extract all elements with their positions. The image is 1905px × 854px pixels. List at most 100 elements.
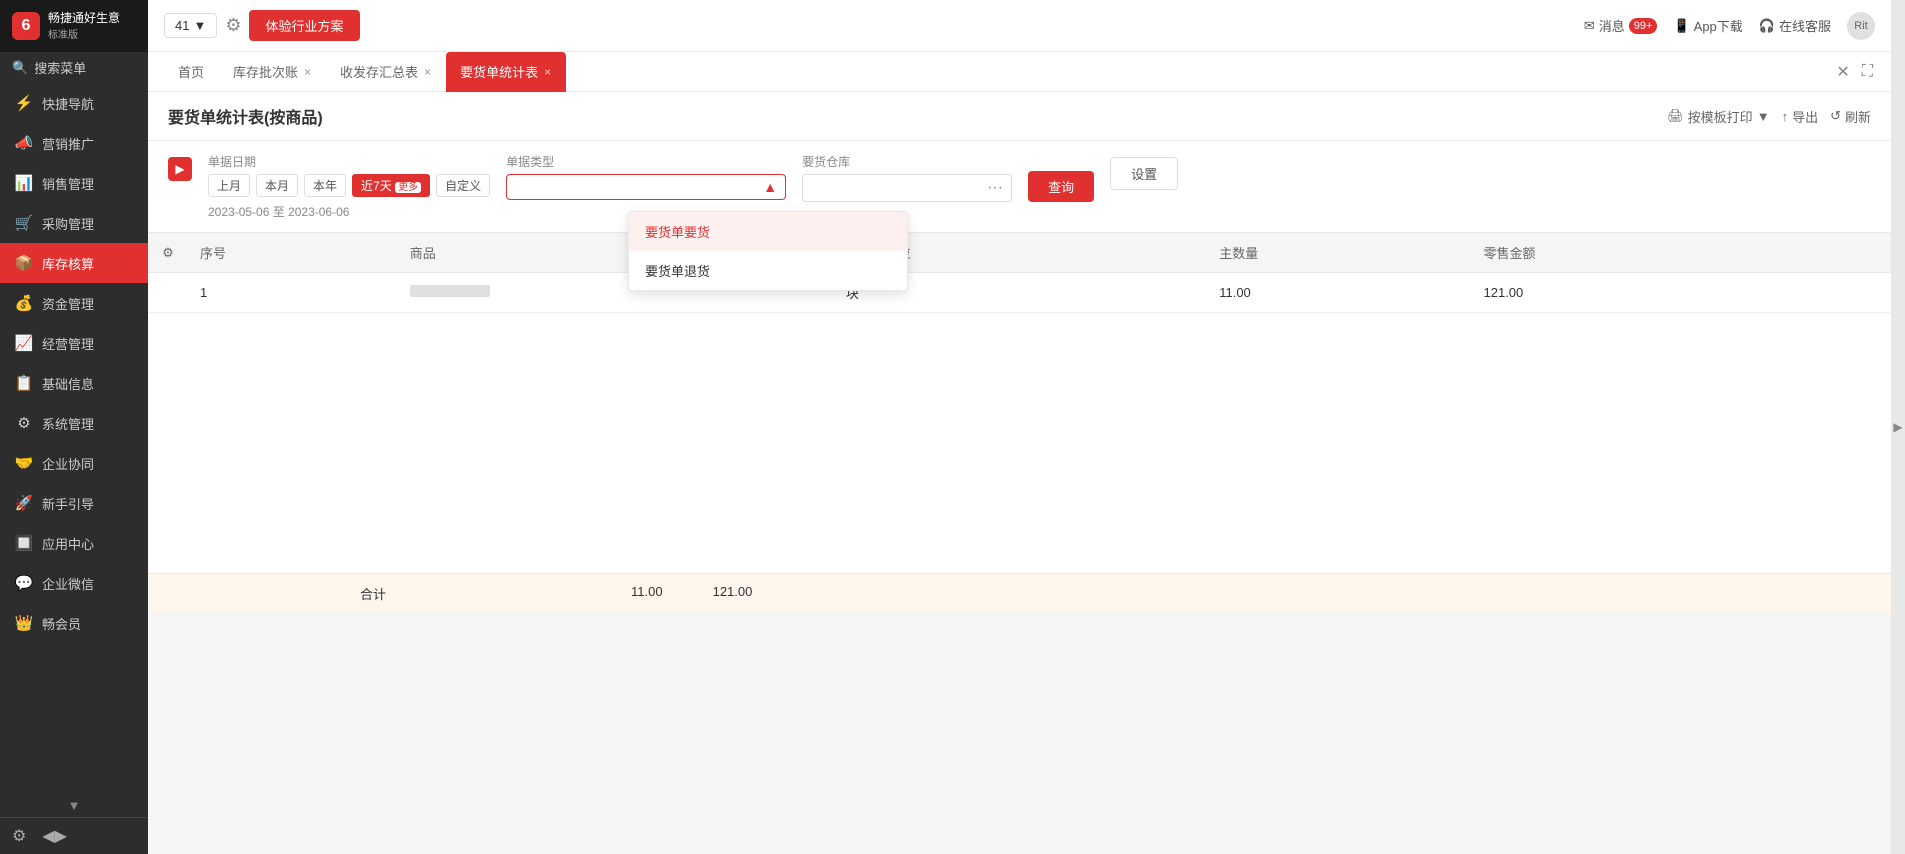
date-btn-last-month[interactable]: 上月	[208, 174, 250, 197]
print-chevron-icon: ▼	[1757, 109, 1770, 124]
warehouse-input-wrapper[interactable]: ···	[802, 174, 1012, 202]
warehouse-input[interactable]	[811, 181, 987, 196]
brand-sub: 标准版	[48, 26, 120, 41]
topbar-settings-icon[interactable]: ⚙	[225, 15, 241, 36]
collapse-icon[interactable]: ◀▶	[42, 826, 67, 846]
sidebar-item-system[interactable]: ⚙ 系统管理	[0, 403, 148, 443]
header-actions: 🖨 按模板打印 ▼ ↑ 导出 ↺ 刷新	[1667, 107, 1871, 126]
date-btn-this-year[interactable]: 本年	[304, 174, 346, 197]
print-button[interactable]: 🖨 按模板打印 ▼	[1667, 107, 1769, 126]
sidebar-item-sales[interactable]: 📊 销售管理	[0, 163, 148, 203]
inventory-icon: 📦	[14, 253, 34, 273]
wechat-icon: 💬	[14, 573, 34, 593]
message-btn[interactable]: ✉ 消息 99+	[1584, 16, 1658, 35]
col-settings[interactable]: ⚙	[148, 233, 188, 273]
page-header: 要货单统计表(按商品) 🖨 按模板打印 ▼ ↑ 导出 ↺ 刷新	[148, 92, 1891, 141]
store-selector[interactable]: 41 ▼	[164, 13, 217, 38]
app-download-btn[interactable]: 📱 App下载	[1673, 16, 1742, 35]
print-icon: 🖨	[1667, 108, 1684, 124]
date-btn-custom[interactable]: 自定义	[436, 174, 490, 197]
sidebar-item-finance[interactable]: 💰 资金管理	[0, 283, 148, 323]
col-num: 序号	[188, 233, 398, 273]
type-filter-group: 单据类型 ▲	[506, 153, 786, 200]
tab-expand-icon[interactable]: ⛶	[1860, 61, 1875, 83]
service-icon: 🎧	[1759, 18, 1775, 34]
tab-order-stats[interactable]: 要货单统计表 ×	[446, 52, 566, 92]
sidebar-item-apps[interactable]: 🔲 应用中心	[0, 523, 148, 563]
sidebar-item-quick-nav[interactable]: ⚡ 快捷导航	[0, 83, 148, 123]
page-title: 要货单统计表(按商品)	[168, 104, 323, 128]
set-button[interactable]: 设置	[1110, 157, 1178, 190]
right-collapse-handle[interactable]: ▶	[1891, 0, 1905, 854]
nav-label: 资金管理	[42, 294, 94, 313]
main-content: 41 ▼ ⚙ 体验行业方案 ✉ 消息 99+ 📱 App下载 🎧 在线客服 Ri…	[148, 0, 1891, 854]
nav-label: 营销推广	[42, 134, 94, 153]
footer-qty: 11.00	[631, 584, 663, 603]
tab-inventory-batch-close[interactable]: ×	[304, 65, 311, 79]
sidebar-item-marketing[interactable]: 📣 营销推广	[0, 123, 148, 163]
cell-empty	[1790, 273, 1891, 313]
col-qty: 主数量	[1207, 233, 1471, 273]
sidebar-item-wechat[interactable]: 💬 企业微信	[0, 563, 148, 603]
warehouse-more-icon[interactable]: ···	[987, 179, 1003, 197]
sidebar-item-inventory[interactable]: 📦 库存核算	[0, 243, 148, 283]
search-icon: 🔍	[12, 60, 28, 76]
app-label: App下载	[1694, 16, 1743, 35]
vip-icon: 👑	[14, 613, 34, 633]
service-btn[interactable]: 🎧 在线客服	[1759, 16, 1831, 35]
sidebar-item-enterprise[interactable]: 🤝 企业协同	[0, 443, 148, 483]
date-filter-buttons: 上月 本月 本年 近7天 更多 自定义	[208, 174, 490, 197]
settings-icon[interactable]: ⚙	[12, 826, 26, 846]
user-avatar[interactable]: Rit	[1847, 12, 1875, 40]
type-chevron-icon[interactable]: ▲	[763, 179, 777, 195]
industry-button[interactable]: 体验行业方案	[249, 10, 359, 41]
scroll-down-btn[interactable]: ▼	[0, 794, 148, 817]
footer-spacer	[160, 584, 360, 603]
data-table: ⚙ 序号 商品 主计量单位 主数量 零售金额 1	[148, 233, 1891, 313]
tabs-end: ✕ ⛶	[1834, 60, 1875, 84]
marketing-icon: 📣	[14, 133, 34, 153]
date-range-display: 2023-05-06 至 2023-06-06	[208, 203, 490, 220]
app-logo: 6 畅捷通好生意 标准版	[0, 0, 148, 52]
store-chevron-icon: ▼	[193, 18, 206, 33]
type-input[interactable]	[515, 180, 763, 195]
finance-icon: 💰	[14, 293, 34, 313]
search-menu[interactable]: 🔍 搜索菜单	[0, 52, 148, 83]
date-btn-this-month[interactable]: 本月	[256, 174, 298, 197]
query-button[interactable]: 查询	[1028, 171, 1094, 202]
topbar-left: 41 ▼ ⚙ 体验行业方案	[164, 10, 1572, 41]
tab-order-stats-close[interactable]: ×	[544, 65, 551, 79]
dropdown-item-purchase-return[interactable]: 要货单退货	[629, 251, 907, 290]
store-name: 41	[175, 18, 189, 33]
tab-recv-summary-close[interactable]: ×	[424, 65, 431, 79]
tab-recv-summary[interactable]: 收发存汇总表 ×	[326, 52, 446, 92]
sidebar-item-guide[interactable]: 🚀 新手引导	[0, 483, 148, 523]
message-badge: 99+	[1629, 18, 1658, 34]
tab-home[interactable]: 首页	[164, 52, 219, 92]
type-input-wrapper[interactable]: ▲	[506, 174, 786, 200]
sidebar-item-vip[interactable]: 👑 畅会员	[0, 603, 148, 643]
dropdown-item-purchase-order[interactable]: 要货单要货	[629, 212, 907, 251]
warehouse-label: 要货仓库	[802, 153, 1012, 170]
export-button[interactable]: ↑ 导出	[1782, 107, 1819, 126]
refresh-label: 刷新	[1845, 107, 1871, 126]
tab-order-stats-label: 要货单统计表	[460, 62, 538, 81]
footer-amount-spacer	[663, 584, 713, 603]
refresh-button[interactable]: ↺ 刷新	[1830, 107, 1871, 126]
sidebar-item-operations[interactable]: 📈 经营管理	[0, 323, 148, 363]
brand-name: 畅捷通好生意	[48, 11, 120, 27]
basics-icon: 📋	[14, 373, 34, 393]
sales-icon: 📊	[14, 173, 34, 193]
filter-toggle-btn[interactable]: ▶	[168, 157, 192, 181]
tabs-bar: 首页 库存批次账 × 收发存汇总表 × 要货单统计表 × ✕ ⛶	[148, 52, 1891, 92]
nav-label: 企业协同	[42, 454, 94, 473]
warehouse-filter-group: 要货仓库 ···	[802, 153, 1012, 202]
date-btn-last-7days[interactable]: 近7天 更多	[352, 174, 430, 197]
tab-inventory-batch[interactable]: 库存批次账 ×	[219, 52, 326, 92]
col-empty	[1790, 233, 1891, 273]
sidebar-item-basics[interactable]: 📋 基础信息	[0, 363, 148, 403]
tab-close-all-icon[interactable]: ✕	[1834, 60, 1851, 84]
logo-icon: 6	[12, 12, 40, 40]
sidebar-item-purchase[interactable]: 🛒 采购管理	[0, 203, 148, 243]
tab-inventory-batch-label: 库存批次账	[233, 62, 298, 81]
